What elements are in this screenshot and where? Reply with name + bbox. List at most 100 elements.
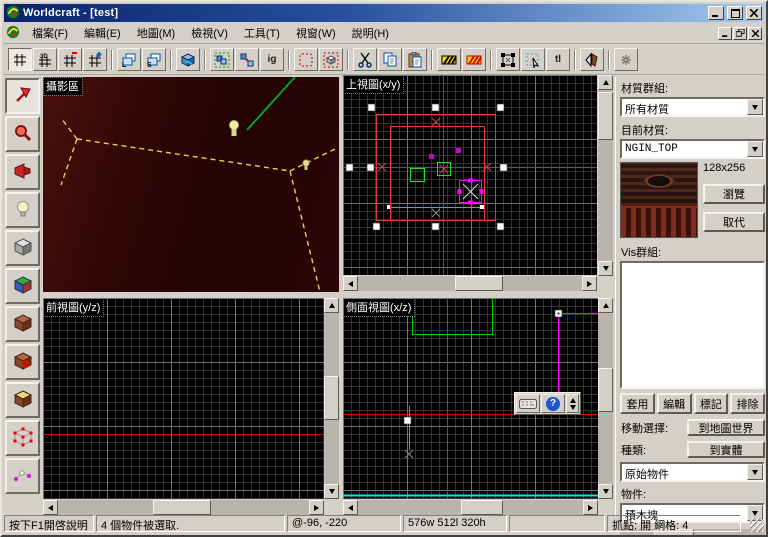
texture-application-tool-button[interactable]: [5, 268, 40, 304]
browse-button[interactable]: 瀏覽: [703, 184, 765, 204]
title-bar[interactable]: Worldcraft - [test]: [4, 4, 764, 22]
multicolor-cube-icon: [13, 275, 33, 298]
selection-arrow-icon: [13, 85, 33, 108]
document-icon[interactable]: [6, 25, 20, 42]
top-viewport[interactable]: 上視圖(x/y): [343, 75, 597, 275]
copy-button[interactable]: [378, 48, 402, 71]
vertex-tool-button[interactable]: [5, 420, 40, 456]
vscroll-thumb[interactable]: [324, 376, 339, 420]
larger-grid-button[interactable]: [83, 48, 107, 71]
mdi-close-button[interactable]: [748, 26, 762, 40]
vscroll-thumb[interactable]: [598, 92, 613, 140]
magnify-tool-button[interactable]: [5, 116, 40, 152]
menu-file[interactable]: 檔案(F): [24, 23, 76, 44]
edit-cordon-button[interactable]: [462, 48, 486, 71]
mdi-minimize-button[interactable]: [718, 26, 732, 40]
light-bulb-icon: [13, 199, 33, 222]
edit-button[interactable]: 編輯: [656, 393, 692, 414]
group-button[interactable]: [210, 48, 234, 71]
ignore-groups-button[interactable]: ig: [260, 48, 284, 71]
select-containing-button[interactable]: [521, 48, 545, 71]
side-view-vscrollbar[interactable]: [598, 298, 613, 499]
carve-button[interactable]: [176, 48, 200, 71]
select-touching-button[interactable]: [496, 48, 520, 71]
light-entity-sprite: [302, 159, 310, 170]
front-view-vscrollbar[interactable]: [324, 298, 339, 499]
texture-group-value: 所有材質: [625, 104, 669, 116]
hide-selected-button[interactable]: [294, 48, 318, 71]
camera-viewport[interactable]: 攝影區: [43, 77, 339, 292]
category-combobox[interactable]: 原始物件: [620, 462, 765, 482]
camera-wireframe: [60, 77, 336, 292]
save-window-state-button[interactable]: S: [142, 48, 166, 71]
chevron-down-icon[interactable]: [747, 464, 763, 480]
clipping-tool-button[interactable]: [5, 382, 40, 418]
category-label: 種類:: [621, 444, 647, 457]
scroll-down-button[interactable]: [598, 484, 613, 499]
keyboard-shortcuts-button[interactable]: [516, 394, 540, 413]
top-view-vscrollbar[interactable]: [598, 75, 613, 276]
show-hidden-button[interactable]: [319, 48, 343, 71]
scroll-up-button[interactable]: [598, 75, 613, 90]
menu-edit[interactable]: 編輯(E): [76, 23, 129, 44]
cut-button[interactable]: [353, 48, 377, 71]
resize-grip[interactable]: [750, 518, 764, 532]
texture-preview[interactable]: [620, 162, 698, 238]
smaller-grid-button[interactable]: [58, 48, 82, 71]
hscroll-thumb[interactable]: [455, 276, 503, 291]
entity-tool-button[interactable]: [5, 192, 40, 228]
texture-group-combobox[interactable]: 所有材質: [620, 97, 765, 117]
toggle-grid-button[interactable]: [8, 48, 32, 71]
selection-tool-button[interactable]: [5, 78, 40, 114]
replace-button[interactable]: 取代: [703, 212, 765, 232]
scroll-down-button[interactable]: [324, 484, 339, 499]
front-view-geometry: [43, 434, 324, 435]
current-texture-combobox[interactable]: NGIN_TOP: [620, 139, 765, 159]
toggle-cordon-button[interactable]: [437, 48, 461, 71]
side-viewport[interactable]: 側面視圖(x/z) ?: [343, 298, 598, 499]
visgroups-listbox[interactable]: [620, 261, 765, 389]
window-title: Worldcraft - [test]: [23, 7, 119, 19]
maximize-button[interactable]: [727, 6, 743, 20]
ungroup-button[interactable]: [235, 48, 259, 71]
scroll-up-button[interactable]: [598, 298, 613, 313]
paste-button[interactable]: [403, 48, 427, 71]
load-window-state-button[interactable]: L: [117, 48, 141, 71]
menu-map[interactable]: 地圖(M): [129, 23, 184, 44]
camera-tool-button[interactable]: [5, 154, 40, 190]
run-map-button[interactable]: [580, 48, 604, 71]
front-viewport[interactable]: 前視圖(y/z): [43, 298, 324, 499]
scroll-down-button[interactable]: [598, 261, 613, 276]
scroll-right-button[interactable]: [582, 276, 597, 291]
to-entity-button[interactable]: 到實體: [687, 441, 765, 458]
minimize-button[interactable]: [708, 6, 724, 20]
texture-lock-button[interactable]: tl: [546, 48, 570, 71]
block-tool-button[interactable]: [5, 230, 40, 266]
path-tool-button[interactable]: [5, 458, 40, 494]
menu-tools[interactable]: 工具(T): [236, 23, 288, 44]
menu-window[interactable]: 視窗(W): [288, 23, 344, 44]
exclude-button[interactable]: 排除: [730, 393, 765, 414]
scroll-left-button[interactable]: [343, 276, 358, 291]
mdi-restore-button[interactable]: [733, 26, 747, 40]
apply-texture-tool-button[interactable]: [5, 306, 40, 342]
menu-view[interactable]: 檢視(V): [183, 23, 236, 44]
side-viewport-label: 側面視圖(x/z): [343, 298, 416, 317]
vscroll-thumb[interactable]: [598, 368, 613, 412]
chevron-down-icon[interactable]: [747, 99, 763, 115]
apply-button[interactable]: 套用: [620, 393, 655, 414]
toggle-3d-grid-button[interactable]: 3D: [33, 48, 57, 71]
top-view-hscrollbar[interactable]: [343, 276, 597, 291]
context-help-button[interactable]: ?: [541, 394, 565, 413]
chevron-down-icon[interactable]: [747, 141, 763, 157]
decal-tool-button[interactable]: [5, 344, 40, 380]
menu-bar: 檔案(F) 編輯(E) 地圖(M) 檢視(V) 工具(T) 視窗(W) 說明(H…: [4, 23, 764, 44]
svg-text:3D: 3D: [40, 54, 48, 60]
options-button[interactable]: [614, 48, 638, 71]
scroll-up-button[interactable]: [324, 298, 339, 313]
mark-button[interactable]: 標記: [693, 393, 729, 414]
menu-help[interactable]: 說明(H): [344, 23, 397, 44]
close-button[interactable]: [746, 6, 762, 20]
toolbar-spinner-button[interactable]: [566, 394, 579, 413]
to-world-button[interactable]: 到地圖世界: [687, 419, 765, 436]
